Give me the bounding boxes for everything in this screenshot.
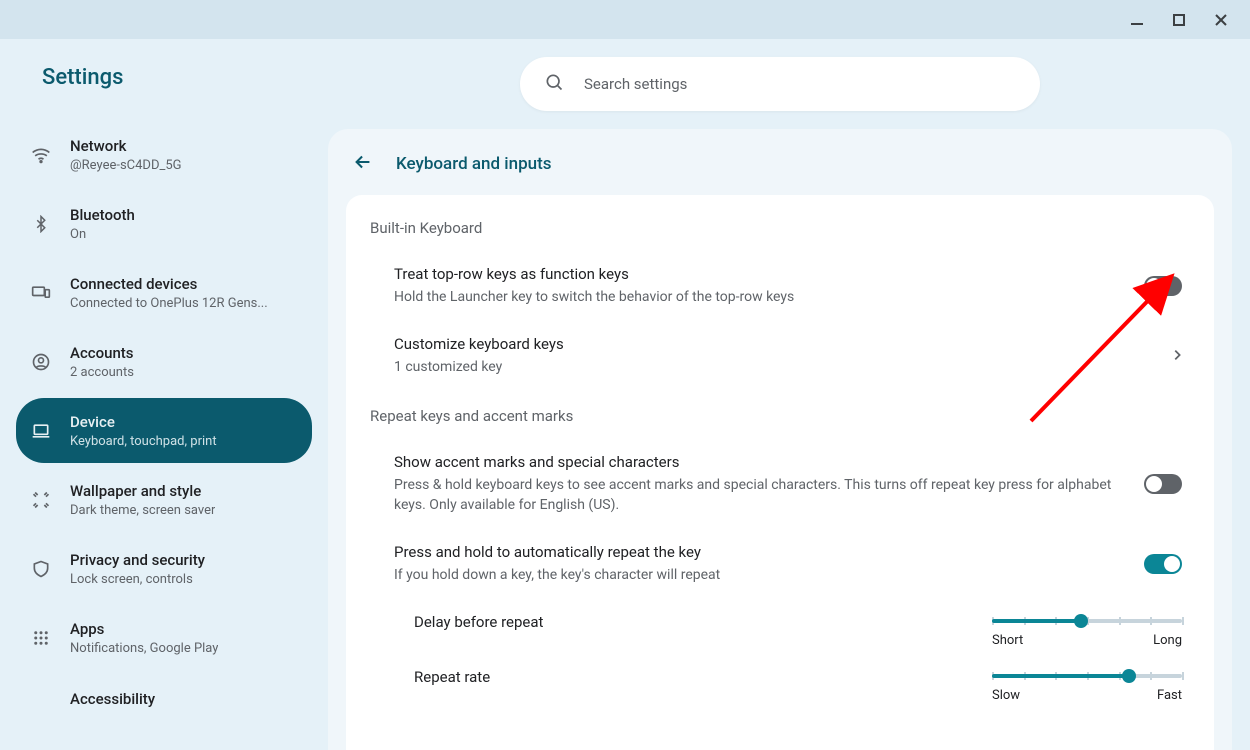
slider-delay-label-right: Long — [1153, 633, 1182, 648]
row-accent-marks: Show accent marks and special characters… — [346, 439, 1214, 529]
sidebar-item-label: Bluetooth — [70, 205, 135, 225]
sidebar-item-label: Accessibility — [70, 689, 155, 709]
row-customize-subtitle: 1 customized key — [394, 357, 1156, 377]
row-press-hold-title: Press and hold to automatically repeat t… — [394, 543, 1128, 561]
row-press-hold-subtitle: If you hold down a key, the key's charac… — [394, 565, 1128, 585]
sidebar-item-subtitle: 2 accounts — [70, 365, 134, 380]
row-fn-keys: Treat top-row keys as function keys Hold… — [346, 251, 1214, 321]
close-button[interactable] — [1200, 4, 1242, 36]
sidebar-item-device[interactable]: Device Keyboard, touchpad, print — [16, 398, 312, 463]
devices-icon — [30, 282, 52, 304]
wifi-icon — [30, 144, 52, 166]
sidebar-item-accessibility[interactable]: Accessibility — [16, 674, 312, 724]
minimize-button[interactable] — [1116, 4, 1158, 36]
search-bar[interactable] — [520, 57, 1040, 111]
row-accent-subtitle: Press & hold keyboard keys to see accent… — [394, 475, 1128, 515]
window-titlebar — [0, 0, 1250, 39]
row-accent-title: Show accent marks and special characters — [394, 453, 1128, 471]
sidebar-item-apps[interactable]: Apps Notifications, Google Play — [16, 605, 312, 670]
search-icon — [544, 72, 564, 96]
back-button[interactable] — [352, 151, 374, 177]
sidebar-item-subtitle: Connected to OnePlus 12R Gens... — [70, 296, 268, 311]
toggle-fn-keys[interactable] — [1144, 276, 1182, 296]
row-customize-keys[interactable]: Customize keyboard keys 1 customized key — [346, 321, 1214, 391]
sidebar-item-subtitle: Notifications, Google Play — [70, 641, 218, 656]
slider-delay-title: Delay before repeat — [414, 613, 543, 631]
shield-icon — [30, 558, 52, 580]
slider-delay-label-left: Short — [992, 633, 1023, 648]
row-press-hold: Press and hold to automatically repeat t… — [346, 529, 1214, 599]
sidebar-item-label: Connected devices — [70, 274, 268, 294]
bluetooth-icon — [30, 213, 52, 235]
section-builtin-keyboard: Built-in Keyboard — [346, 213, 1214, 251]
sidebar-item-wallpaper[interactable]: Wallpaper and style Dark theme, screen s… — [16, 467, 312, 532]
row-fn-keys-title: Treat top-row keys as function keys — [394, 265, 1128, 283]
app-title: Settings — [16, 39, 312, 90]
toggle-press-hold[interactable] — [1144, 554, 1182, 574]
sidebar-item-subtitle: Dark theme, screen saver — [70, 503, 215, 518]
sidebar-item-network[interactable]: Network @Reyee-sC4DD_5G — [16, 122, 312, 187]
sidebar-item-label: Apps — [70, 619, 218, 639]
sidebar-item-subtitle: On — [70, 227, 135, 242]
sidebar-item-privacy[interactable]: Privacy and security Lock screen, contro… — [16, 536, 312, 601]
sidebar-item-subtitle: Lock screen, controls — [70, 572, 205, 587]
chevron-right-icon — [1172, 347, 1182, 366]
slider-delay-before-repeat: Delay before repeat — [346, 599, 1214, 654]
slider-delay-track[interactable] — [992, 619, 1182, 623]
sidebar-item-subtitle: @Reyee-sC4DD_5G — [70, 158, 182, 173]
page-header: Keyboard and inputs — [328, 129, 1232, 195]
slider-rate-label-left: Slow — [992, 688, 1020, 703]
slider-rate-label-right: Fast — [1157, 688, 1182, 703]
sidebar-item-accounts[interactable]: Accounts 2 accounts — [16, 329, 312, 394]
sidebar-item-bluetooth[interactable]: Bluetooth On — [16, 191, 312, 256]
search-input[interactable] — [584, 75, 1016, 93]
slider-repeat-rate: Repeat rate — [346, 654, 1214, 709]
slider-rate-thumb[interactable] — [1122, 669, 1136, 683]
sidebar-item-label: Accounts — [70, 343, 134, 363]
apps-grid-icon — [30, 627, 52, 649]
sidebar-item-label: Privacy and security — [70, 550, 205, 570]
laptop-icon — [30, 420, 52, 442]
wallpaper-icon — [30, 489, 52, 511]
app-title-text: Settings — [42, 65, 312, 90]
row-fn-keys-subtitle: Hold the Launcher key to switch the beha… — [394, 287, 1128, 307]
slider-rate-track[interactable] — [992, 674, 1182, 678]
maximize-button[interactable] — [1158, 4, 1200, 36]
main-content: Keyboard and inputs Built-in Keyboard Tr… — [328, 39, 1250, 750]
section-repeat-accent: Repeat keys and accent marks — [346, 391, 1214, 439]
sidebar-item-label: Device — [70, 412, 217, 432]
sidebar-item-subtitle: Keyboard, touchpad, print — [70, 434, 217, 449]
sidebar-item-connected-devices[interactable]: Connected devices Connected to OnePlus 1… — [16, 260, 312, 325]
slider-delay-thumb[interactable] — [1074, 614, 1088, 628]
account-icon — [30, 351, 52, 373]
accessibility-icon — [30, 688, 52, 710]
row-customize-title: Customize keyboard keys — [394, 335, 1156, 353]
sidebar-item-label: Network — [70, 136, 182, 156]
sidebar: Settings Network @Reyee-sC4DD_5G Bluetoo… — [0, 39, 328, 750]
toggle-accent-marks[interactable] — [1144, 474, 1182, 494]
slider-rate-title: Repeat rate — [414, 668, 490, 686]
sidebar-item-label: Wallpaper and style — [70, 481, 215, 501]
page-title: Keyboard and inputs — [396, 154, 552, 174]
